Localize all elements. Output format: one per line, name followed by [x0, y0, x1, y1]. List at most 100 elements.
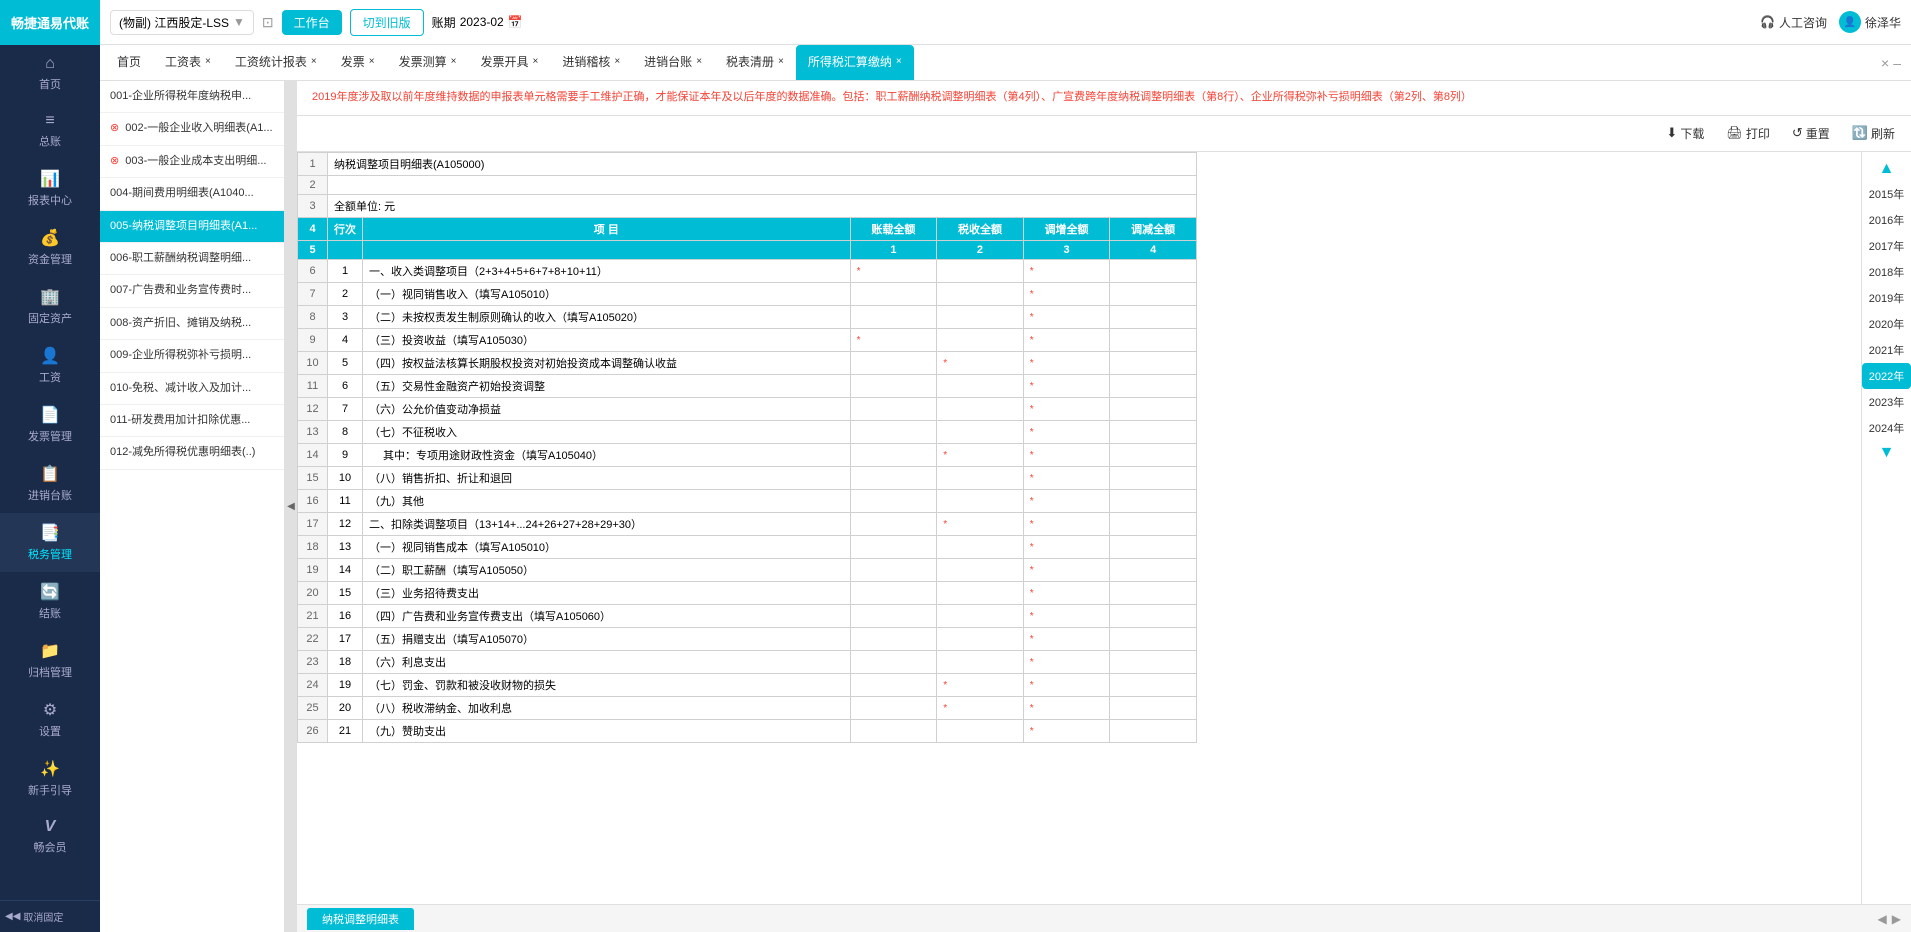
c2-11[interactable] — [937, 374, 1024, 397]
collapse-handle[interactable]: ◀ — [285, 81, 297, 932]
sidebar-item-archive[interactable]: 📁 归档管理 — [0, 631, 100, 690]
close-all-icon[interactable]: × — [1881, 55, 1889, 71]
left-item-0[interactable]: 001-企业所得税年度纳税申... — [100, 81, 284, 113]
scroll-right-icon[interactable]: ▶ — [1892, 912, 1901, 926]
c3-9[interactable]: * — [1023, 328, 1110, 351]
table-container[interactable]: 1 纳税调整项目明细表(A105000) 2 3 全额单位 — [297, 152, 1861, 904]
c4-14[interactable] — [1110, 443, 1197, 466]
calendar-icon[interactable]: 📅 — [508, 15, 523, 29]
tab-close-invoice-issue[interactable]: × — [532, 56, 538, 67]
company-select[interactable]: (物副) 江西股定-LSS ▼ — [110, 10, 254, 35]
item-12[interactable]: （六）公允价值变动净损益 — [363, 397, 851, 420]
c1-26[interactable] — [850, 719, 937, 742]
c3-17[interactable]: * — [1023, 512, 1110, 535]
sidebar-item-invoice-mgmt[interactable]: 📄 发票管理 — [0, 395, 100, 454]
left-item-5[interactable]: 006-职工薪酬纳税调整明细... — [100, 243, 284, 275]
pin-toggle[interactable]: ◀◀ 取消固定 — [0, 900, 100, 932]
c2-26[interactable] — [937, 719, 1024, 742]
tab-tax-list[interactable]: 税表清册 × — [714, 45, 796, 80]
tab-income-tax[interactable]: 所得税汇算缴纳 × — [796, 45, 914, 80]
c2-17[interactable]: * — [937, 512, 1024, 535]
c1-18[interactable] — [850, 535, 937, 558]
reset-button[interactable]: ↺ 重置 — [1786, 122, 1836, 145]
sidebar-item-finance[interactable]: 💰 资金管理 — [0, 218, 100, 277]
c2-19[interactable] — [937, 558, 1024, 581]
year-2015[interactable]: 2015年 — [1862, 181, 1911, 207]
c3-6[interactable]: * — [1023, 259, 1110, 282]
c2-25[interactable]: * — [937, 696, 1024, 719]
item-20[interactable]: （三）业务招待费支出 — [363, 581, 851, 604]
item-23[interactable]: （六）利息支出 — [363, 650, 851, 673]
item-19[interactable]: （二）职工薪酬（填写A105050） — [363, 558, 851, 581]
c1-9[interactable]: * — [850, 328, 937, 351]
bottom-tab[interactable]: 纳税调整明细表 — [307, 908, 414, 930]
year-2016[interactable]: 2016年 — [1862, 207, 1911, 233]
c4-19[interactable] — [1110, 558, 1197, 581]
sidebar-item-member[interactable]: V 畅会员 — [0, 808, 100, 865]
c1-19[interactable] — [850, 558, 937, 581]
left-item-6[interactable]: 007-广告费和业务宣传费时... — [100, 275, 284, 307]
c2-22[interactable] — [937, 627, 1024, 650]
item-21[interactable]: （四）广告费和业务宣传费支出（填写A105060） — [363, 604, 851, 627]
c3-18[interactable]: * — [1023, 535, 1110, 558]
year-2023[interactable]: 2023年 — [1862, 389, 1911, 415]
c4-15[interactable] — [1110, 466, 1197, 489]
left-item-10[interactable]: 011-研发费用加计扣除优惠... — [100, 405, 284, 437]
c1-24[interactable] — [850, 673, 937, 696]
workbench-button[interactable]: 工作台 — [282, 10, 342, 35]
print-button[interactable]: 🖨 打印 — [1720, 122, 1776, 145]
item-25[interactable]: （八）税收滞纳金、加收利息 — [363, 696, 851, 719]
tab-purchase-check[interactable]: 进销稽核 × — [550, 45, 632, 80]
c2-23[interactable] — [937, 650, 1024, 673]
left-item-4[interactable]: 005-纳税调整项目明细表(A1... — [100, 211, 284, 243]
tab-invoice[interactable]: 发票 × — [329, 45, 387, 80]
c1-22[interactable] — [850, 627, 937, 650]
left-item-1[interactable]: ⊗ 002-一般企业收入明细表(A1... — [100, 113, 284, 145]
tab-close-invoice-calc[interactable]: × — [451, 56, 457, 67]
sidebar-item-settings[interactable]: ⚙ 设置 — [0, 690, 100, 749]
minimize-icon[interactable]: – — [1893, 55, 1901, 71]
c1-16[interactable] — [850, 489, 937, 512]
support-btn[interactable]: 🎧 人工咨询 — [1760, 14, 1827, 31]
c2-6[interactable] — [937, 259, 1024, 282]
c1-11[interactable] — [850, 374, 937, 397]
c3-20[interactable]: * — [1023, 581, 1110, 604]
c1-17[interactable] — [850, 512, 937, 535]
item-9[interactable]: （三）投资收益（填写A105030） — [363, 328, 851, 351]
left-item-7[interactable]: 008-资产折旧、摊销及纳税... — [100, 308, 284, 340]
c1-10[interactable] — [850, 351, 937, 374]
c4-26[interactable] — [1110, 719, 1197, 742]
c4-9[interactable] — [1110, 328, 1197, 351]
c4-20[interactable] — [1110, 581, 1197, 604]
sidebar-item-closing[interactable]: 🔄 结账 — [0, 572, 100, 631]
c4-16[interactable] — [1110, 489, 1197, 512]
item-18[interactable]: （一）视同销售成本（填写A105010） — [363, 535, 851, 558]
c3-10[interactable]: * — [1023, 351, 1110, 374]
year-up-button[interactable]: ▲ — [1876, 157, 1898, 181]
copy-icon[interactable]: ⊡ — [262, 14, 274, 31]
item-16[interactable]: （九）其他 — [363, 489, 851, 512]
c3-15[interactable]: * — [1023, 466, 1110, 489]
c1-25[interactable] — [850, 696, 937, 719]
c3-23[interactable]: * — [1023, 650, 1110, 673]
tab-close-purchase-ledger[interactable]: × — [696, 56, 702, 67]
c2-14[interactable]: * — [937, 443, 1024, 466]
c1-14[interactable] — [850, 443, 937, 466]
c2-16[interactable] — [937, 489, 1024, 512]
c3-19[interactable]: * — [1023, 558, 1110, 581]
left-item-3[interactable]: 004-期间费用明细表(A1040... — [100, 178, 284, 210]
c3-16[interactable]: * — [1023, 489, 1110, 512]
year-2019[interactable]: 2019年 — [1862, 285, 1911, 311]
old-version-button[interactable]: 切到旧版 — [350, 9, 424, 36]
c4-11[interactable] — [1110, 374, 1197, 397]
item-22[interactable]: （五）捐赠支出（填写A105070） — [363, 627, 851, 650]
c4-8[interactable] — [1110, 305, 1197, 328]
scroll-left-icon[interactable]: ◀ — [1878, 912, 1887, 926]
sidebar-item-fixed-assets[interactable]: 🏢 固定资产 — [0, 277, 100, 336]
year-2022[interactable]: 2022年 — [1862, 363, 1911, 389]
c4-6[interactable] — [1110, 259, 1197, 282]
sidebar-item-tax-mgmt[interactable]: 📑 税务管理 — [0, 513, 100, 572]
year-2017[interactable]: 2017年 — [1862, 233, 1911, 259]
tab-invoice-issue[interactable]: 发票开具 × — [468, 45, 550, 80]
item-15[interactable]: （八）销售折扣、折让和退回 — [363, 466, 851, 489]
